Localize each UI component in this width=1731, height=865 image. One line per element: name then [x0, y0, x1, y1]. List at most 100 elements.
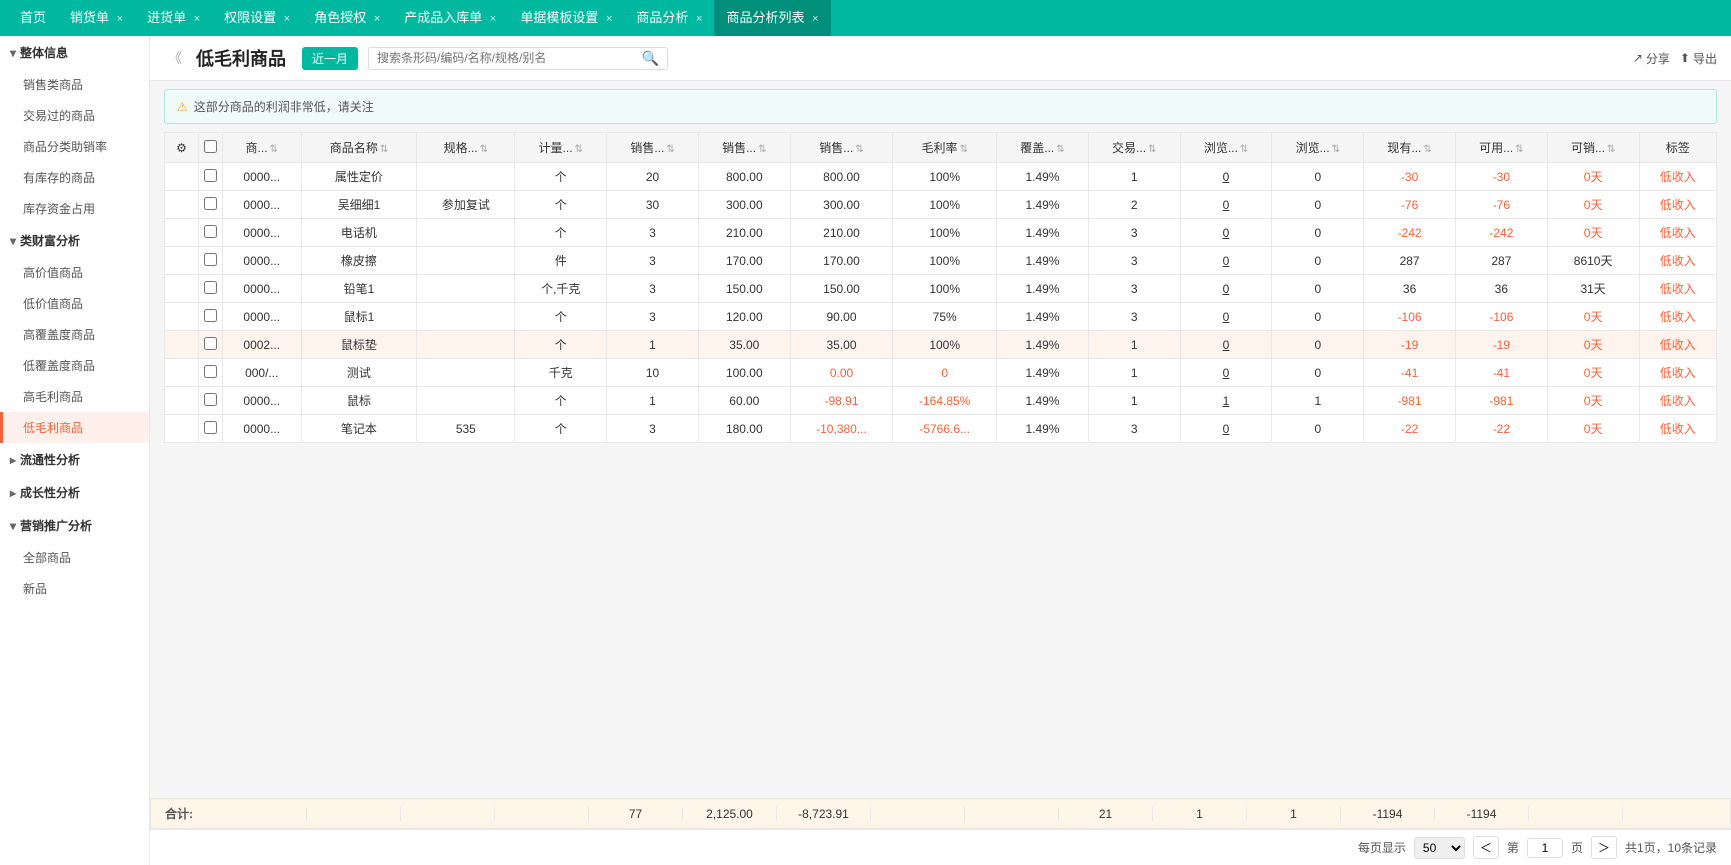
cell-checkbox[interactable]	[198, 247, 222, 275]
sidebar-group-wealth[interactable]: ▾ 类财富分析	[0, 224, 149, 257]
cell-view1[interactable]: 0	[1180, 303, 1272, 331]
col-settings[interactable]: ⚙	[165, 133, 199, 163]
nav-analysis-list[interactable]: 商品分析列表 ×	[714, 0, 830, 36]
row-checkbox[interactable]	[204, 281, 217, 294]
col-view2[interactable]: 浏览...⇅	[1272, 133, 1364, 163]
cell-checkbox[interactable]	[198, 219, 222, 247]
col-trade[interactable]: 交易...⇅	[1088, 133, 1180, 163]
nav-template[interactable]: 单据模板设置 ×	[508, 0, 624, 36]
close-analysis-icon[interactable]: ×	[696, 13, 702, 25]
sidebar-item-category-rate[interactable]: 商品分类助销率	[0, 131, 149, 162]
close-template-icon[interactable]: ×	[606, 13, 612, 25]
nav-product-entry[interactable]: 产成品入库单 ×	[392, 0, 508, 36]
row-checkbox[interactable]	[204, 169, 217, 182]
sidebar-group-overall[interactable]: ▾ 整体信息	[0, 36, 149, 69]
col-sale-qty[interactable]: 销售...⇅	[607, 133, 699, 163]
sidebar-item-high-margin[interactable]: 高毛利商品	[0, 381, 149, 412]
col-tag[interactable]: 标签	[1639, 133, 1716, 163]
col-checkbox-header[interactable]	[198, 133, 222, 163]
sidebar-item-new-products[interactable]: 新品	[0, 573, 149, 604]
cell-available: -30	[1455, 163, 1547, 191]
nav-analysis[interactable]: 商品分析 ×	[624, 0, 714, 36]
cell-checkbox[interactable]	[198, 163, 222, 191]
nav-role[interactable]: 角色授权 ×	[302, 0, 392, 36]
collapse-sidebar-button[interactable]: 《	[164, 44, 186, 72]
cell-view1[interactable]: 0	[1180, 247, 1272, 275]
cell-view1[interactable]: 1	[1180, 387, 1272, 415]
cell-checkbox[interactable]	[198, 387, 222, 415]
next-page-button[interactable]: ＞	[1591, 836, 1617, 859]
col-saleable[interactable]: 可销...⇅	[1547, 133, 1639, 163]
sidebar-group-marketing[interactable]: ▾ 营销推广分析	[0, 509, 149, 542]
cell-checkbox[interactable]	[198, 331, 222, 359]
row-checkbox[interactable]	[204, 197, 217, 210]
sidebar-item-sales-products[interactable]: 销售类商品	[0, 69, 149, 100]
nav-purchase[interactable]: 进货单 ×	[135, 0, 212, 36]
close-product-entry-icon[interactable]: ×	[490, 13, 496, 25]
page-input[interactable]	[1527, 838, 1563, 858]
cell-checkbox[interactable]	[198, 275, 222, 303]
cell-current: -106	[1364, 303, 1456, 331]
share-button[interactable]: ↗ 分享	[1633, 50, 1670, 67]
search-icon[interactable]: 🔍	[642, 50, 659, 67]
col-coverage[interactable]: 覆盖...⇅	[997, 133, 1089, 163]
col-spec[interactable]: 规格...⇅	[417, 133, 515, 163]
prev-page-button[interactable]: ＜	[1473, 836, 1499, 859]
search-input[interactable]	[377, 51, 642, 65]
export-button[interactable]: ⬆ 导出	[1680, 50, 1717, 67]
sidebar-item-high-value[interactable]: 高价值商品	[0, 257, 149, 288]
col-current[interactable]: 现有...⇅	[1364, 133, 1456, 163]
cell-view1[interactable]: 0	[1180, 275, 1272, 303]
row-checkbox[interactable]	[204, 393, 217, 406]
col-available[interactable]: 可用...⇅	[1455, 133, 1547, 163]
cell-view2: 0	[1272, 415, 1364, 443]
row-checkbox[interactable]	[204, 365, 217, 378]
row-checkbox[interactable]	[204, 337, 217, 350]
close-permission-icon[interactable]: ×	[284, 13, 290, 25]
row-checkbox[interactable]	[204, 225, 217, 238]
cell-view1[interactable]: 0	[1180, 219, 1272, 247]
col-code[interactable]: 商...⇅	[222, 133, 301, 163]
nav-sales[interactable]: 销货单 ×	[58, 0, 135, 36]
cell-view1[interactable]: 0	[1180, 415, 1272, 443]
cell-checkbox[interactable]	[198, 191, 222, 219]
cell-sale-qty: 3	[607, 275, 699, 303]
cell-view1[interactable]: 0	[1180, 163, 1272, 191]
select-all-checkbox[interactable]	[204, 140, 217, 153]
cell-view1[interactable]: 0	[1180, 359, 1272, 387]
sidebar-group-liquidity[interactable]: ▸ 流通性分析	[0, 443, 149, 476]
sidebar-item-high-coverage[interactable]: 高覆盖度商品	[0, 319, 149, 350]
sidebar-item-low-margin[interactable]: 低毛利商品	[0, 412, 149, 443]
col-gross-rate[interactable]: 毛利率⇅	[893, 133, 997, 163]
row-checkbox[interactable]	[204, 421, 217, 434]
row-checkbox[interactable]	[204, 309, 217, 322]
col-sale-amt[interactable]: 销售...⇅	[698, 133, 790, 163]
cell-sale-amt: 300.00	[698, 191, 790, 219]
cell-checkbox[interactable]	[198, 303, 222, 331]
nav-permission[interactable]: 权限设置 ×	[212, 0, 302, 36]
col-name[interactable]: 商品名称⇅	[301, 133, 417, 163]
per-page-select[interactable]: 50 100 200	[1414, 837, 1465, 859]
col-unit[interactable]: 计量...⇅	[515, 133, 607, 163]
cell-view1[interactable]: 0	[1180, 191, 1272, 219]
sidebar-item-in-stock[interactable]: 有库存的商品	[0, 162, 149, 193]
close-role-icon[interactable]: ×	[374, 13, 380, 25]
sidebar-item-stock-fund[interactable]: 库存资金占用	[0, 193, 149, 224]
close-analysis-list-icon[interactable]: ×	[812, 13, 818, 25]
col-view1[interactable]: 浏览...⇅	[1180, 133, 1272, 163]
row-checkbox[interactable]	[204, 253, 217, 266]
cell-checkbox[interactable]	[198, 359, 222, 387]
close-purchase-icon[interactable]: ×	[194, 13, 200, 25]
cell-view1[interactable]: 0	[1180, 331, 1272, 359]
sidebar-item-traded[interactable]: 交易过的商品	[0, 100, 149, 131]
col-sale-profit[interactable]: 销售...⇅	[790, 133, 893, 163]
sidebar-item-all-products[interactable]: 全部商品	[0, 542, 149, 573]
close-sales-icon[interactable]: ×	[117, 13, 123, 25]
cell-tag: 低收入	[1639, 275, 1716, 303]
sidebar-group-growth[interactable]: ▸ 成长性分析	[0, 476, 149, 509]
sidebar-item-low-coverage[interactable]: 低覆盖度商品	[0, 350, 149, 381]
cell-checkbox[interactable]	[198, 415, 222, 443]
date-filter-button[interactable]: 近一月	[302, 47, 358, 70]
sidebar-item-low-value[interactable]: 低价值商品	[0, 288, 149, 319]
nav-home[interactable]: 首页	[8, 0, 58, 36]
